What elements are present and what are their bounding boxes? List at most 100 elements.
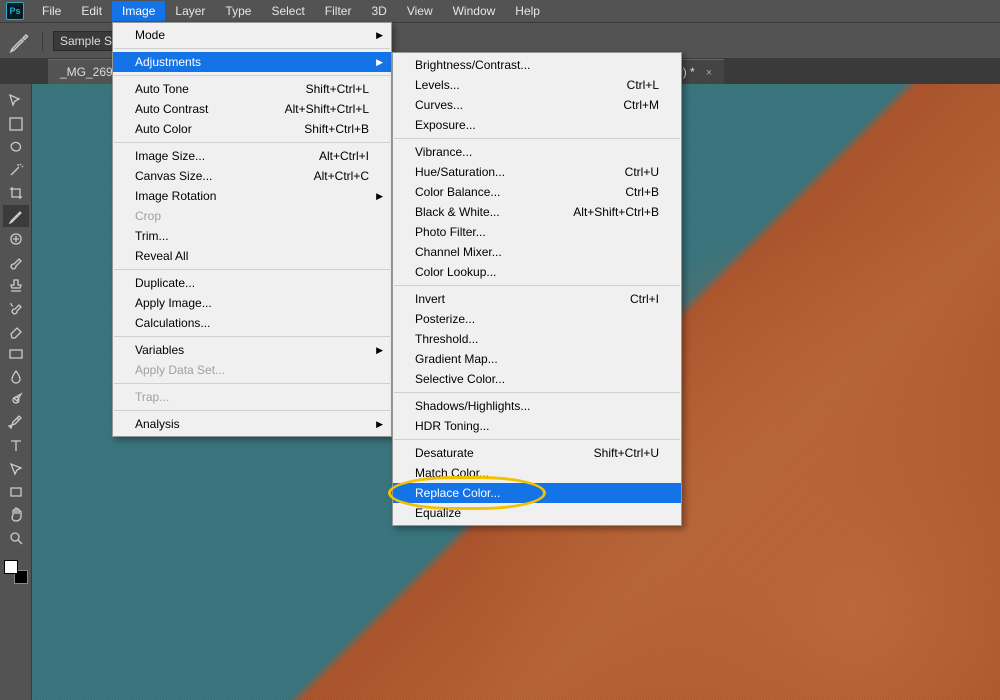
- menu-filter[interactable]: Filter: [315, 1, 362, 21]
- menu-view[interactable]: View: [397, 1, 443, 21]
- image-menu-calculations[interactable]: Calculations...: [113, 313, 391, 333]
- menu-select[interactable]: Select: [261, 1, 314, 21]
- image-menu-image-rotation[interactable]: Image Rotation: [113, 186, 391, 206]
- menu-item-label: Crop: [135, 209, 161, 223]
- adjust-menu-channel-mixer[interactable]: Channel Mixer...: [393, 242, 681, 262]
- image-menu-adjustments[interactable]: Adjustments: [113, 52, 391, 72]
- tool-rectangle[interactable]: [3, 481, 29, 503]
- tool-dodge[interactable]: [3, 389, 29, 411]
- tool-hand[interactable]: [3, 504, 29, 526]
- menu-type[interactable]: Type: [215, 1, 261, 21]
- menu-3d[interactable]: 3D: [361, 1, 396, 21]
- adjust-menu-hue-saturation[interactable]: Hue/Saturation...Ctrl+U: [393, 162, 681, 182]
- menu-help[interactable]: Help: [505, 1, 550, 21]
- menu-separator: [114, 269, 390, 270]
- adjust-menu-shadows-highlights[interactable]: Shadows/Highlights...: [393, 396, 681, 416]
- adjust-menu-gradient-map[interactable]: Gradient Map...: [393, 349, 681, 369]
- tool-healing[interactable]: [3, 228, 29, 250]
- adjust-menu-match-color[interactable]: Match Color...: [393, 463, 681, 483]
- tool-eyedropper[interactable]: [3, 205, 29, 227]
- submenu-arrow-icon: [376, 30, 383, 41]
- image-menu-analysis[interactable]: Analysis: [113, 414, 391, 434]
- menu-item-label: Apply Data Set...: [135, 363, 225, 377]
- menu-separator: [394, 138, 680, 139]
- tool-crop[interactable]: [3, 182, 29, 204]
- menu-item-label: Auto Color: [135, 122, 192, 136]
- menu-separator: [394, 439, 680, 440]
- adjust-menu-brightness-contrast[interactable]: Brightness/Contrast...: [393, 55, 681, 75]
- menu-item-label: Analysis: [135, 417, 180, 431]
- menu-item-label: Variables: [135, 343, 184, 357]
- image-menu-auto-tone[interactable]: Auto ToneShift+Ctrl+L: [113, 79, 391, 99]
- image-menu-crop: Crop: [113, 206, 391, 226]
- adjust-menu-exposure[interactable]: Exposure...: [393, 115, 681, 135]
- menu-item-label: Selective Color...: [415, 372, 505, 386]
- image-menu: ModeAdjustmentsAuto ToneShift+Ctrl+LAuto…: [112, 22, 392, 437]
- image-menu-auto-contrast[interactable]: Auto ContrastAlt+Shift+Ctrl+L: [113, 99, 391, 119]
- adjust-menu-color-balance[interactable]: Color Balance...Ctrl+B: [393, 182, 681, 202]
- menu-edit[interactable]: Edit: [71, 1, 112, 21]
- menu-item-label: Channel Mixer...: [415, 245, 502, 259]
- menu-window[interactable]: Window: [443, 1, 506, 21]
- tool-brush[interactable]: [3, 251, 29, 273]
- menu-item-label: Auto Contrast: [135, 102, 208, 116]
- adjust-menu-hdr-toning[interactable]: HDR Toning...: [393, 416, 681, 436]
- image-menu-canvas-size[interactable]: Canvas Size...Alt+Ctrl+C: [113, 166, 391, 186]
- tool-gradient[interactable]: [3, 343, 29, 365]
- menu-item-label: Invert: [415, 292, 445, 306]
- image-menu-duplicate[interactable]: Duplicate...: [113, 273, 391, 293]
- image-menu-mode[interactable]: Mode: [113, 25, 391, 45]
- close-icon[interactable]: [706, 67, 712, 79]
- image-menu-variables[interactable]: Variables: [113, 340, 391, 360]
- tool-type[interactable]: [3, 435, 29, 457]
- menu-item-label: Levels...: [415, 78, 460, 92]
- image-menu-image-size[interactable]: Image Size...Alt+Ctrl+I: [113, 146, 391, 166]
- adjust-menu-desaturate[interactable]: DesaturateShift+Ctrl+U: [393, 443, 681, 463]
- menu-item-label: Exposure...: [415, 118, 476, 132]
- menu-item-label: Desaturate: [415, 446, 474, 460]
- adjust-menu-photo-filter[interactable]: Photo Filter...: [393, 222, 681, 242]
- tool-move[interactable]: [3, 90, 29, 112]
- tool-zoom[interactable]: [3, 527, 29, 549]
- adjust-menu-invert[interactable]: Invert Ctrl+I: [393, 289, 681, 309]
- tool-path-select[interactable]: [3, 458, 29, 480]
- tool-eraser[interactable]: [3, 320, 29, 342]
- color-swatches[interactable]: [4, 560, 28, 584]
- image-menu-reveal-all[interactable]: Reveal All: [113, 246, 391, 266]
- tool-wand[interactable]: [3, 159, 29, 181]
- menu-file[interactable]: File: [32, 1, 71, 21]
- app-logo[interactable]: Ps: [4, 0, 26, 22]
- menu-shortcut: Ctrl+I: [600, 292, 659, 306]
- image-menu-apply-image[interactable]: Apply Image...: [113, 293, 391, 313]
- ps-logo-text: Ps: [6, 2, 24, 20]
- menu-separator: [114, 48, 390, 49]
- adjust-menu-selective-color[interactable]: Selective Color...: [393, 369, 681, 389]
- image-menu-trim[interactable]: Trim...: [113, 226, 391, 246]
- adjust-menu-levels[interactable]: Levels...Ctrl+L: [393, 75, 681, 95]
- menu-image[interactable]: Image: [112, 1, 165, 21]
- tool-pen[interactable]: [3, 412, 29, 434]
- menu-item-label: Color Balance...: [415, 185, 500, 199]
- adjust-menu-color-lookup[interactable]: Color Lookup...: [393, 262, 681, 282]
- sample-size-label: Sample S: [60, 34, 112, 48]
- eyedropper-icon[interactable]: [8, 29, 32, 53]
- tool-marquee[interactable]: [3, 113, 29, 135]
- submenu-arrow-icon: [376, 345, 383, 356]
- adjust-menu-threshold[interactable]: Threshold...: [393, 329, 681, 349]
- adjust-menu-replace-color[interactable]: Replace Color...: [393, 483, 681, 503]
- image-menu-trap: Trap...: [113, 387, 391, 407]
- tool-stamp[interactable]: [3, 274, 29, 296]
- menu-shortcut: Ctrl+M: [593, 98, 659, 112]
- adjust-menu-posterize[interactable]: Posterize...: [393, 309, 681, 329]
- tool-history-brush[interactable]: [3, 297, 29, 319]
- adjust-menu-equalize[interactable]: Equalize: [393, 503, 681, 523]
- adjust-menu-curves[interactable]: Curves...Ctrl+M: [393, 95, 681, 115]
- menu-layer[interactable]: Layer: [165, 1, 215, 21]
- adjust-menu-black-white[interactable]: Black & White...Alt+Shift+Ctrl+B: [393, 202, 681, 222]
- adjust-menu-vibrance[interactable]: Vibrance...: [393, 142, 681, 162]
- menu-separator: [114, 410, 390, 411]
- menu-separator: [394, 285, 680, 286]
- tool-blur[interactable]: [3, 366, 29, 388]
- image-menu-auto-color[interactable]: Auto ColorShift+Ctrl+B: [113, 119, 391, 139]
- tool-lasso[interactable]: [3, 136, 29, 158]
